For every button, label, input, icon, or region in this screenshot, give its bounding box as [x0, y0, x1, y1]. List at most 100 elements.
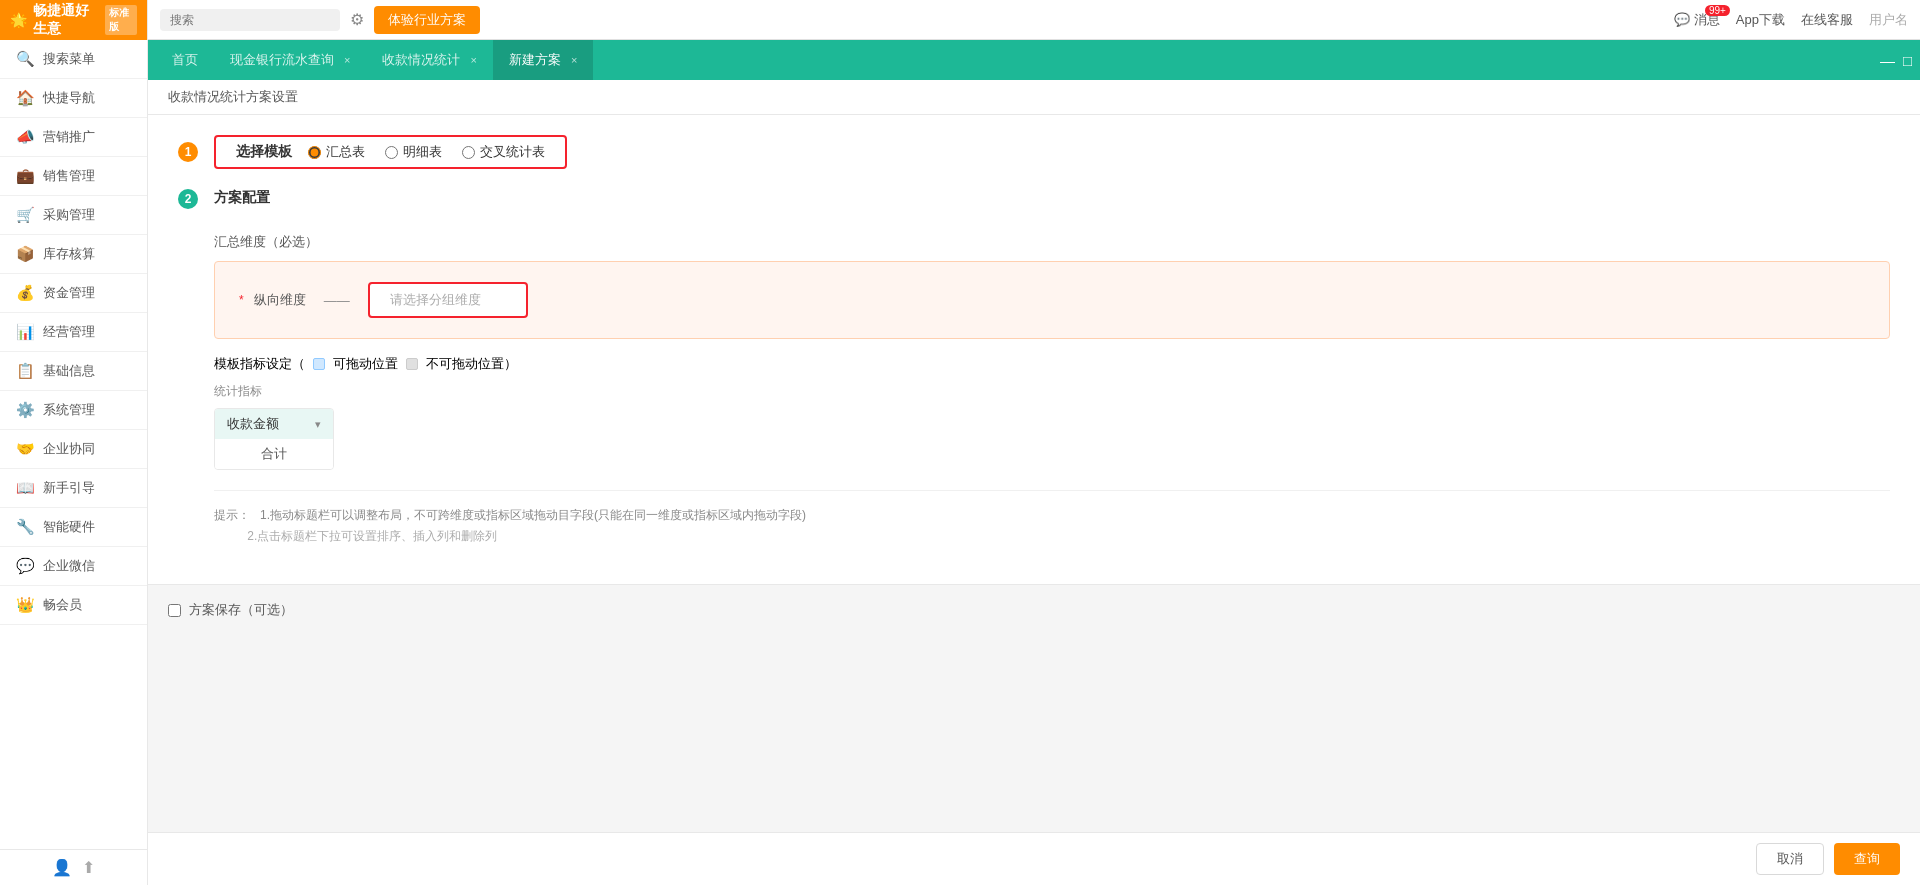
sidebar-label-0: 搜索菜单	[43, 50, 95, 68]
download-btn[interactable]: App下载	[1736, 11, 1785, 29]
sidebar-item-13[interactable]: 💬 企业微信	[0, 547, 147, 586]
tab-bar: 首页 现金银行流水查询 × 收款情况统计 × 新建方案 × — □	[148, 40, 1920, 80]
main-content: ⚙ 体验行业方案 💬 消息 99+ App下载 在线客服 用户名 首页 现金银行…	[148, 0, 1920, 885]
sidebar-item-9[interactable]: ⚙️ 系统管理	[0, 391, 147, 430]
tabs-window-controls: — □	[1880, 52, 1912, 69]
minimize-icon[interactable]: —	[1880, 52, 1895, 69]
tab-bank-flow-close[interactable]: ×	[344, 54, 350, 66]
query-button[interactable]: 查询	[1834, 843, 1900, 875]
tab-new-plan[interactable]: 新建方案 ×	[493, 40, 593, 80]
sidebar-icon-4: 🛒	[16, 206, 35, 224]
stats-label: 统计指标	[214, 383, 334, 400]
user-info[interactable]: 用户名	[1869, 11, 1908, 29]
sidebar-bottom-icon1[interactable]: 👤	[52, 858, 72, 877]
sidebar-item-3[interactable]: 💼 销售管理	[0, 157, 147, 196]
radio-cross-input[interactable]	[462, 146, 475, 159]
radio-summary[interactable]: 汇总表	[308, 143, 365, 161]
metrics-column-stats: 统计指标 收款金额 ▾ 合计	[214, 383, 334, 470]
sidebar-label-6: 资金管理	[43, 284, 95, 302]
form-area: 1 选择模板 汇总表 明细表 交叉统	[148, 115, 1920, 584]
tab-collection-stats[interactable]: 收款情况统计 ×	[366, 40, 492, 80]
radio-cross[interactable]: 交叉统计表	[462, 143, 545, 161]
content-area: 收款情况统计方案设置 1 选择模板 汇总表 明细表	[148, 80, 1920, 832]
dimension-title: 汇总维度（必选）	[214, 233, 1890, 251]
step2-row: 2 方案配置	[178, 189, 1890, 209]
sidebar-icon-1: 🏠	[16, 89, 35, 107]
maximize-icon[interactable]: □	[1903, 52, 1912, 69]
metrics-area-collection: 收款金额 ▾ 合计	[214, 408, 334, 470]
tab-home-label: 首页	[172, 51, 198, 69]
sidebar-item-2[interactable]: 📣 营销推广	[0, 118, 147, 157]
sidebar-item-5[interactable]: 📦 库存核算	[0, 235, 147, 274]
logo-icon: 🌟	[10, 12, 27, 28]
radio-detail-input[interactable]	[385, 146, 398, 159]
tips-title: 提示： 1.拖动标题栏可以调整布局，不可跨维度或指标区域拖动目字段(只能在同一维…	[214, 507, 1890, 524]
logo-badge: 标准版	[105, 5, 137, 35]
dimension-select[interactable]: 请选择分组维度	[368, 282, 528, 318]
metrics-table-container: 统计指标 收款金额 ▾ 合计	[214, 383, 1890, 470]
footer: 取消 查询	[148, 832, 1920, 885]
tips-item2: 2.点击标题栏下拉可设置排序、插入列和删除列	[214, 528, 1890, 545]
dimension-arrow: ——	[324, 293, 350, 308]
search-input[interactable]	[160, 9, 340, 31]
movable-label: 可拖动位置	[333, 355, 398, 373]
tab-bank-flow[interactable]: 现金银行流水查询 ×	[214, 40, 366, 80]
config-section: 汇总维度（必选） * 纵向维度 —— 请选择分组维度 模板指标设定（	[178, 217, 1890, 564]
sidebar-label-11: 新手引导	[43, 479, 95, 497]
collection-amount-header[interactable]: 收款金额 ▾	[215, 409, 333, 439]
radio-detail-label: 明细表	[403, 143, 442, 161]
tab-collection-stats-label: 收款情况统计	[382, 51, 460, 69]
sidebar-icon-2: 📣	[16, 128, 35, 146]
collection-amount-label: 收款金额	[227, 415, 279, 433]
breadcrumb: 收款情况统计方案设置	[148, 80, 1920, 115]
tab-new-plan-label: 新建方案	[509, 51, 561, 69]
sidebar-icon-10: 🤝	[16, 440, 35, 458]
sidebar-label-10: 企业协同	[43, 440, 95, 458]
required-star: *	[239, 293, 244, 307]
fixed-dot	[406, 358, 418, 370]
message-badge: 99+	[1705, 5, 1730, 16]
sidebar-item-11[interactable]: 📖 新手引导	[0, 469, 147, 508]
radio-detail[interactable]: 明细表	[385, 143, 442, 161]
sidebar-item-12[interactable]: 🔧 智能硬件	[0, 508, 147, 547]
dimension-row: * 纵向维度 —— 请选择分组维度	[239, 282, 1865, 318]
metrics-header-row: 模板指标设定（ 可拖动位置 不可拖动位置）	[214, 355, 1890, 373]
topbar-right: 💬 消息 99+ App下载 在线客服 用户名	[1674, 11, 1908, 29]
fixed-label: 不可拖动位置）	[426, 355, 517, 373]
sidebar-item-10[interactable]: 🤝 企业协同	[0, 430, 147, 469]
sidebar-item-8[interactable]: 📋 基础信息	[0, 352, 147, 391]
message-icon: 💬	[1674, 12, 1690, 27]
sidebar-icon-13: 💬	[16, 557, 35, 575]
sidebar-item-6[interactable]: 💰 资金管理	[0, 274, 147, 313]
sidebar-label-4: 采购管理	[43, 206, 95, 224]
gear-icon[interactable]: ⚙	[350, 10, 364, 29]
tab-home[interactable]: 首页	[156, 40, 214, 80]
sidebar-label-1: 快捷导航	[43, 89, 95, 107]
step1-badge: 1	[178, 142, 198, 162]
sidebar-icon-0: 🔍	[16, 50, 35, 68]
sidebar-item-7[interactable]: 📊 经营管理	[0, 313, 147, 352]
sidebar-item-1[interactable]: 🏠 快捷导航	[0, 79, 147, 118]
tips-section: 提示： 1.拖动标题栏可以调整布局，不可跨维度或指标区域拖动目字段(只能在同一维…	[214, 490, 1890, 545]
sidebar-item-14[interactable]: 👑 畅会员	[0, 586, 147, 625]
metrics-config-label: 模板指标设定（	[214, 355, 305, 373]
radio-summary-input[interactable]	[308, 146, 321, 159]
movable-dot	[313, 358, 325, 370]
service-btn[interactable]: 在线客服	[1801, 11, 1853, 29]
radio-cross-label: 交叉统计表	[480, 143, 545, 161]
cancel-button[interactable]: 取消	[1756, 843, 1824, 875]
sidebar-icon-12: 🔧	[16, 518, 35, 536]
tab-new-plan-close[interactable]: ×	[571, 54, 577, 66]
template-select-box: 选择模板 汇总表 明细表 交叉统计表	[214, 135, 567, 169]
dimension-box: * 纵向维度 —— 请选择分组维度	[214, 261, 1890, 339]
message-btn[interactable]: 💬 消息 99+	[1674, 11, 1720, 29]
sidebar-item-0[interactable]: 🔍 搜索菜单	[0, 40, 147, 79]
sidebar-bottom-icon2[interactable]: ⬆	[82, 858, 95, 877]
save-checkbox[interactable]	[168, 604, 181, 617]
tab-collection-stats-close[interactable]: ×	[470, 54, 476, 66]
save-row: 方案保存（可选）	[148, 584, 1920, 635]
sidebar-label-14: 畅会员	[43, 596, 82, 614]
sidebar-item-4[interactable]: 🛒 采购管理	[0, 196, 147, 235]
industry-btn[interactable]: 体验行业方案	[374, 6, 480, 34]
sidebar-icon-14: 👑	[16, 596, 35, 614]
